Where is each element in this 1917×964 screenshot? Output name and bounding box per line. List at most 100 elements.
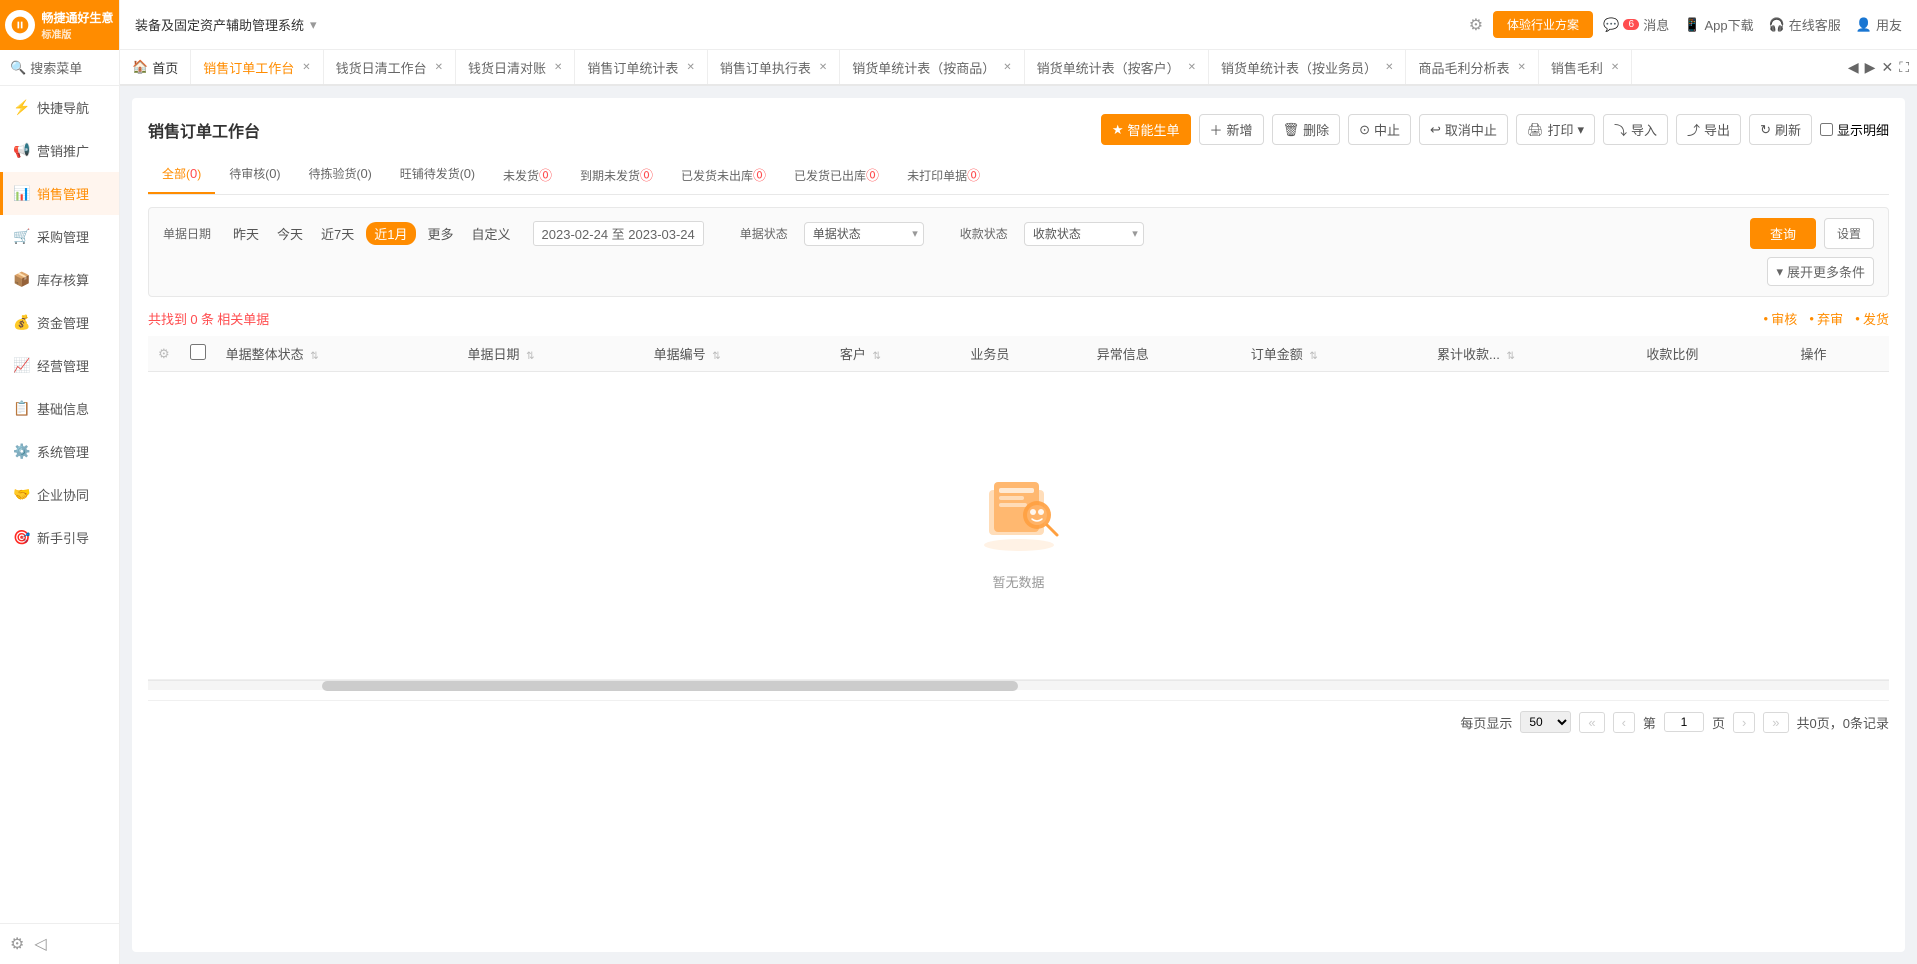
user-action[interactable]: 👤 用友 (1856, 15, 1902, 34)
tab-cash-daily-reconcile[interactable]: 钱货日清对账 ✕ (456, 50, 575, 85)
date-options: 昨天 今天 近7天 近1月 更多 自定义 (227, 222, 517, 245)
sidebar-item-inventory[interactable]: 📦 库存核算 (0, 258, 119, 301)
sort-status-icon[interactable]: ⇅ (310, 351, 318, 362)
app-download-action[interactable]: 📱 App下载 (1684, 15, 1753, 34)
sort-number-icon[interactable]: ⇅ (712, 351, 720, 362)
date-1month[interactable]: 近1月 (366, 222, 415, 245)
search-menu[interactable]: 🔍 搜索菜单 (0, 50, 119, 86)
last-page-button[interactable]: » (1763, 712, 1788, 733)
tab-close-icon[interactable]: ✕ (1188, 62, 1196, 73)
tab-close-icon[interactable]: ✕ (819, 62, 827, 73)
dropdown-arrow-icon[interactable]: ▾ (310, 17, 317, 33)
tab-sales-order-workbench[interactable]: 销售订单工作台 ✕ (191, 50, 323, 86)
cancel-review-action[interactable]: 弃审 (1809, 309, 1843, 328)
date-more[interactable]: 更多 (422, 222, 460, 245)
sub-tab-all[interactable]: 全部(0) (148, 157, 215, 194)
show-detail-toggle[interactable]: 显示明细 (1820, 120, 1889, 139)
print-button[interactable]: 🖨 打印 ▾ (1516, 114, 1595, 145)
tab-close-icon[interactable]: ✕ (1385, 62, 1393, 73)
sidebar-item-basic[interactable]: 📋 基础信息 (0, 387, 119, 430)
sub-tab-not-printed[interactable]: 未打印单据⓪ (893, 157, 994, 194)
tab-close-icon[interactable]: ✕ (554, 62, 562, 73)
tab-close-icon[interactable]: ✕ (1517, 62, 1525, 73)
sub-tab-wangpu-ship[interactable]: 旺铺待发货(0) (386, 157, 489, 194)
tab-sales-order-stats[interactable]: 销售订单统计表 ✕ (575, 50, 707, 85)
smart-create-button[interactable]: ★ 智能生单 (1101, 114, 1191, 145)
show-detail-checkbox[interactable] (1820, 123, 1833, 136)
sidebar-item-finance[interactable]: 💰 资金管理 (0, 301, 119, 344)
add-button[interactable]: ＋ 新增 (1199, 114, 1264, 145)
tab-close-icon[interactable]: ✕ (302, 62, 310, 73)
select-all-checkbox[interactable] (190, 344, 206, 360)
sub-tab-shipped-not-out[interactable]: 已发货未出库⓪ (667, 157, 780, 194)
tab-close-icon[interactable]: ✕ (686, 62, 694, 73)
import-button[interactable]: ⤵ 导入 (1603, 114, 1668, 145)
per-page-select[interactable]: 50 20 100 (1520, 711, 1571, 733)
sidebar-item-guide[interactable]: 🎯 新手引导 (0, 516, 119, 559)
experience-button[interactable]: 体验行业方案 (1493, 11, 1593, 38)
sub-tab-pending-review[interactable]: 待审核(0) (215, 157, 294, 194)
horizontal-scrollbar[interactable] (148, 680, 1889, 690)
sub-tab-pending-check[interactable]: 待拣验货(0) (294, 157, 385, 194)
next-page-button[interactable]: › (1733, 712, 1755, 733)
tab-sales-gross[interactable]: 销售毛利 ✕ (1539, 50, 1632, 85)
tab-close-icon[interactable]: ✕ (1003, 62, 1011, 73)
date-yesterday[interactable]: 昨天 (227, 222, 265, 245)
settings-gear-icon[interactable]: ⚙ (10, 934, 24, 954)
tab-sales-order-exec[interactable]: 销售订单执行表 ✕ (708, 50, 840, 85)
tab-prev-icon[interactable]: ◀ (1848, 59, 1859, 76)
cancel-stop-button[interactable]: ↩ 取消中止 (1419, 114, 1508, 145)
query-button[interactable]: 查询 (1750, 218, 1816, 249)
sidebar-item-enterprise[interactable]: 🤝 企业协同 (0, 473, 119, 516)
tab-close-icon[interactable]: ✕ (435, 62, 443, 73)
first-page-button[interactable]: « (1579, 712, 1604, 733)
sidebar-item-shortcut[interactable]: ⚡ 快捷导航 (0, 86, 119, 129)
date-range-input[interactable]: 2023-02-24 至 2023-03-24 (533, 221, 704, 246)
scrollbar-thumb[interactable] (322, 681, 1018, 691)
review-action[interactable]: 审核 (1763, 309, 1797, 328)
tab-close-icon[interactable]: ✕ (1611, 62, 1619, 73)
refresh-button[interactable]: ↻ 刷新 (1749, 114, 1812, 145)
ship-action[interactable]: 发货 (1855, 309, 1889, 328)
tab-sales-stats-customer[interactable]: 销货单统计表（按客户） ✕ (1025, 50, 1209, 85)
status-select[interactable]: 单据状态 (804, 222, 924, 246)
collapse-icon[interactable]: ◁ (34, 934, 46, 954)
expand-conditions-button[interactable]: ▾ 展开更多条件 (1767, 257, 1874, 286)
column-settings-icon[interactable]: ⚙ (158, 346, 170, 361)
online-service-action[interactable]: 🎧 在线客服 (1769, 15, 1841, 34)
sub-tab-shipped-out[interactable]: 已发货已出库⓪ (780, 157, 893, 194)
tab-cash-daily-workbench[interactable]: 钱货日清工作台 ✕ (324, 50, 456, 85)
date-today[interactable]: 今天 (271, 222, 309, 245)
date-7days[interactable]: 近7天 (315, 222, 360, 245)
tab-home[interactable]: 🏠 首页 (120, 50, 191, 85)
sort-collected-icon[interactable]: ⇅ (1506, 351, 1514, 362)
date-custom[interactable]: 自定义 (466, 222, 517, 245)
sort-date-icon[interactable]: ⇅ (526, 351, 534, 362)
tab-sales-stats-salesman[interactable]: 销货单统计表（按业务员） ✕ (1209, 50, 1406, 85)
refresh-icon: ↻ (1760, 122, 1771, 138)
sidebar-item-operation[interactable]: 📈 经营管理 (0, 344, 119, 387)
tab-gross-profit[interactable]: 商品毛利分析表 ✕ (1406, 50, 1538, 85)
tab-fullscreen-icon[interactable]: ⛶ (1899, 59, 1909, 76)
tab-close-all-icon[interactable]: ✕ (1881, 59, 1893, 76)
tab-sales-stats-product[interactable]: 销货单统计表（按商品） ✕ (840, 50, 1024, 85)
stop-button[interactable]: ⊙ 中止 (1348, 114, 1411, 145)
sub-tab-not-shipped[interactable]: 未发货⓪ (489, 157, 566, 194)
per-page-label: 每页显示 (1460, 713, 1512, 732)
page-number-input[interactable] (1664, 712, 1704, 732)
message-action[interactable]: 💬 6 消息 (1603, 15, 1669, 34)
sidebar-item-sales[interactable]: 📊 销售管理 (0, 172, 119, 215)
prev-page-button[interactable]: ‹ (1613, 712, 1635, 733)
tab-next-icon[interactable]: ▶ (1865, 59, 1876, 76)
sidebar-item-marketing[interactable]: 📢 营销推广 (0, 129, 119, 172)
settings-icon[interactable]: ⚙ (1469, 15, 1483, 35)
export-button[interactable]: ⤴ 导出 (1676, 114, 1741, 145)
sub-tab-expired-not-shipped[interactable]: 到期未发货⓪ (566, 157, 667, 194)
sidebar-item-purchase[interactable]: 🛒 采购管理 (0, 215, 119, 258)
filter-setting-button[interactable]: 设置 (1824, 218, 1874, 249)
sort-amount-icon[interactable]: ⇅ (1309, 351, 1317, 362)
sort-customer-icon[interactable]: ⇅ (872, 351, 880, 362)
delete-button[interactable]: 🗑 删除 (1272, 114, 1341, 145)
sidebar-item-system[interactable]: ⚙️ 系统管理 (0, 430, 119, 473)
payment-select[interactable]: 收款状态 (1024, 222, 1144, 246)
